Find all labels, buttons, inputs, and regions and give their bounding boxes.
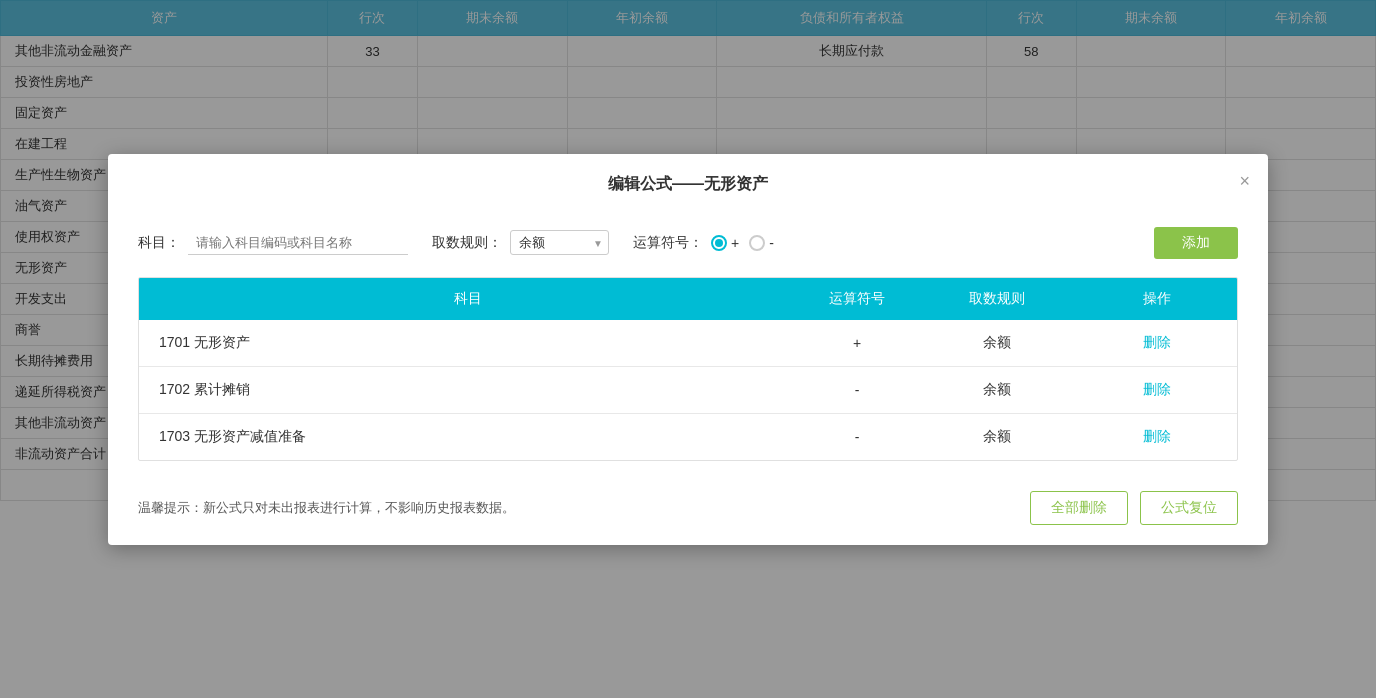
col-action: 操作 bbox=[1077, 278, 1237, 320]
rule-group: 取数规则： 余额借方贷方借方发生额贷方发生额 ▼ bbox=[432, 230, 609, 255]
rule-select-wrapper: 余额借方贷方借方发生额贷方发生额 ▼ bbox=[510, 230, 609, 255]
col-rule: 取数规则 bbox=[917, 278, 1077, 320]
modal-close-button[interactable]: × bbox=[1239, 172, 1250, 190]
radio-group: + - bbox=[711, 235, 774, 251]
operator-group: 运算符号： + - bbox=[633, 234, 774, 252]
modal-dialog: 编辑公式——无形资产 × 科目： 取数规则： 余额借方贷方借方发生额贷方发生额 … bbox=[108, 154, 1268, 545]
rule-select[interactable]: 余额借方贷方借方发生额贷方发生额 bbox=[510, 230, 609, 255]
subject-label: 科目： bbox=[138, 234, 180, 252]
footer-buttons: 全部删除 公式复位 bbox=[1030, 491, 1238, 525]
modal-footer: 温馨提示：新公式只对未出报表进行计算，不影响历史报表数据。 全部删除 公式复位 bbox=[108, 477, 1268, 545]
footer-tip: 温馨提示：新公式只对未出报表进行计算，不影响历史报表数据。 bbox=[138, 499, 515, 517]
radio-plus-circle bbox=[711, 235, 727, 251]
data-table-wrapper: 科目 运算符号 取数规则 操作 1701 无形资产+余额删除1702 累计摊销-… bbox=[138, 277, 1238, 461]
radio-minus-label: - bbox=[769, 235, 774, 251]
rule-label: 取数规则： bbox=[432, 234, 502, 252]
radio-minus[interactable]: - bbox=[749, 235, 774, 251]
data-table: 科目 运算符号 取数规则 操作 1701 无形资产+余额删除1702 累计摊销-… bbox=[139, 278, 1237, 460]
delete-row-button[interactable]: 删除 bbox=[1143, 428, 1171, 446]
radio-plus-label: + bbox=[731, 235, 739, 251]
delete-all-button[interactable]: 全部删除 bbox=[1030, 491, 1128, 525]
col-operator: 运算符号 bbox=[797, 278, 917, 320]
col-subject: 科目 bbox=[139, 278, 797, 320]
reset-formula-button[interactable]: 公式复位 bbox=[1140, 491, 1238, 525]
delete-row-button[interactable]: 删除 bbox=[1143, 334, 1171, 352]
add-button[interactable]: 添加 bbox=[1154, 227, 1238, 259]
radio-minus-circle bbox=[749, 235, 765, 251]
form-row: 科目： 取数规则： 余额借方贷方借方发生额贷方发生额 ▼ 运算符号： bbox=[138, 227, 1238, 259]
radio-plus[interactable]: + bbox=[711, 235, 739, 251]
delete-row-button[interactable]: 删除 bbox=[1143, 381, 1171, 399]
table-row: 1703 无形资产减值准备-余额删除 bbox=[139, 413, 1237, 460]
modal-overlay: 编辑公式——无形资产 × 科目： 取数规则： 余额借方贷方借方发生额贷方发生额 … bbox=[0, 0, 1376, 698]
subject-input[interactable] bbox=[188, 231, 408, 255]
operator-label: 运算符号： bbox=[633, 234, 703, 252]
modal-header: 编辑公式——无形资产 × bbox=[108, 154, 1268, 211]
subject-group: 科目： bbox=[138, 231, 408, 255]
modal-body: 科目： 取数规则： 余额借方贷方借方发生额贷方发生额 ▼ 运算符号： bbox=[108, 211, 1268, 477]
table-row: 1701 无形资产+余额删除 bbox=[139, 320, 1237, 367]
modal-title: 编辑公式——无形资产 bbox=[608, 175, 768, 192]
table-row: 1702 累计摊销-余额删除 bbox=[139, 366, 1237, 413]
